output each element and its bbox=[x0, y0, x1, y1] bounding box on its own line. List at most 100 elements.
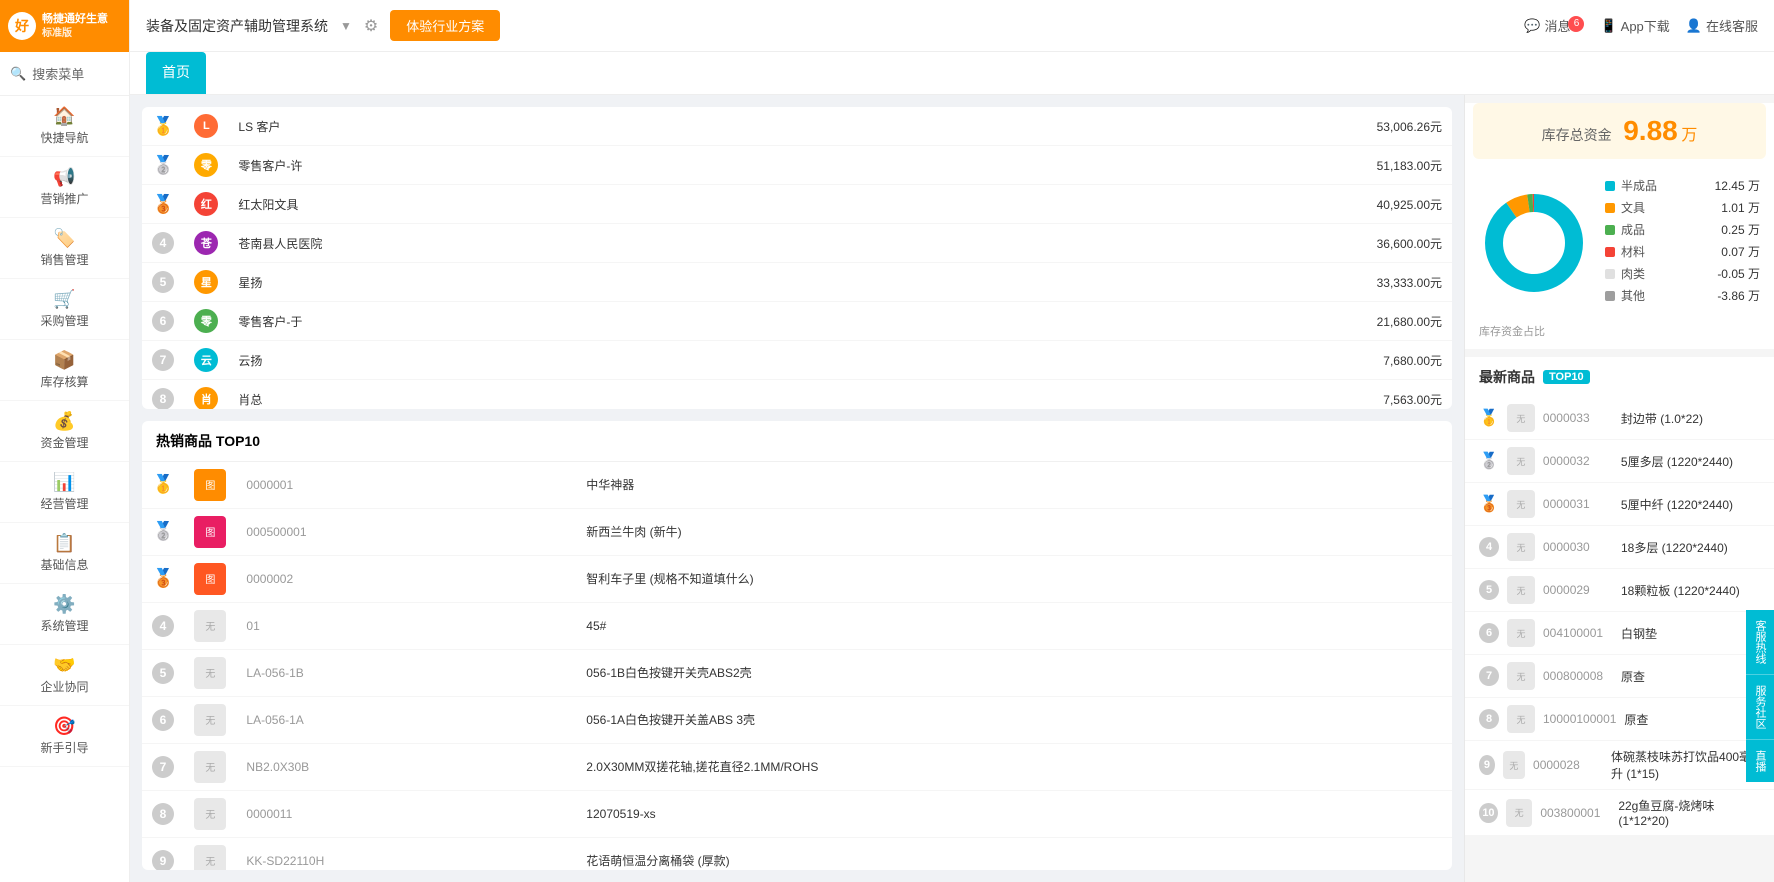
message-icon: 💬 bbox=[1524, 18, 1540, 34]
customer-name: 肖总 bbox=[228, 380, 900, 409]
nav-tabs: 首页 bbox=[130, 52, 1774, 95]
hot-products-title: 热销商品 TOP10 bbox=[156, 431, 260, 451]
logo-icon: 好 bbox=[8, 12, 36, 40]
medal-icon: 🥉 bbox=[1479, 494, 1499, 514]
product-img-placeholder: 无 bbox=[1507, 705, 1535, 733]
message-btn[interactable]: 💬 消息 6 bbox=[1524, 16, 1584, 35]
float-btn-service[interactable]: 客服热线 bbox=[1746, 610, 1774, 675]
customer-rank-row: 7 云 云扬 7,680.00元 bbox=[142, 341, 1452, 380]
float-btn-live[interactable]: 直播 bbox=[1746, 740, 1774, 782]
float-btn-community[interactable]: 服务社区 bbox=[1746, 675, 1774, 740]
customer-avatar: 红 bbox=[194, 192, 218, 216]
sidebar-item-operations[interactable]: 📊 经营管理 bbox=[0, 462, 129, 523]
sidebar-item-purchase[interactable]: 🛒 采购管理 bbox=[0, 279, 129, 340]
hot-product-row: 🥈 图 000500001 新西兰牛肉 (新牛) bbox=[142, 508, 1452, 555]
center-panel: 🥇 L LS 客户 53,006.26元 🥈 零 零售客户-许 51,183.0… bbox=[130, 95, 1464, 882]
search-icon: 🔍 bbox=[10, 66, 26, 82]
basic-info-icon: 📋 bbox=[53, 533, 75, 554]
product-name: 12070519-xs bbox=[576, 790, 1452, 837]
new-product-row: 🥇 无 0000033 封边带 (1.0*22) bbox=[1465, 397, 1774, 440]
customer-name: 苍南县人民医院 bbox=[228, 224, 900, 263]
product-image-placeholder: 无 bbox=[194, 657, 226, 689]
product-code: 0000011 bbox=[236, 790, 576, 837]
search-menu-btn[interactable]: 🔍 搜索菜单 bbox=[0, 52, 129, 96]
customer-name: 零售客户-许 bbox=[228, 146, 900, 185]
product-name: 2.0X30MM双搓花轴,搓花直径2.1MM/ROHS bbox=[576, 743, 1452, 790]
new-product-row: 10 无 003800001 22g鱼豆腐-烧烤味 (1*12*20) bbox=[1465, 790, 1774, 836]
sidebar: 好 畅捷通好生意 标准版 🔍 搜索菜单 🏠 快捷导航 📢 营销推广 🏷️ 销售管… bbox=[0, 0, 130, 882]
sidebar-item-marketing[interactable]: 📢 营销推广 bbox=[0, 157, 129, 218]
new-product-row: 6 无 004100001 白钢垫 bbox=[1465, 612, 1774, 655]
settings-icon[interactable]: ⚙ bbox=[364, 16, 378, 36]
customer-name: 零售客户-于 bbox=[228, 302, 900, 341]
customer-rank-row: 🥈 零 零售客户-许 51,183.00元 bbox=[142, 146, 1452, 185]
product-name: 5厘多层 (1220*2440) bbox=[1621, 453, 1733, 470]
sidebar-item-quick-nav[interactable]: 🏠 快捷导航 bbox=[0, 96, 129, 157]
sidebar-item-sales[interactable]: 🏷️ 销售管理 bbox=[0, 218, 129, 279]
product-img-placeholder: 无 bbox=[1507, 662, 1535, 690]
dropdown-arrow-icon[interactable]: ▼ bbox=[340, 19, 352, 33]
customer-amount: 40,925.00元 bbox=[900, 185, 1452, 224]
customer-name: 云扬 bbox=[228, 341, 900, 380]
logo-text: 畅捷通好生意 标准版 bbox=[42, 12, 108, 39]
sidebar-item-basic-info[interactable]: 📋 基础信息 bbox=[0, 523, 129, 584]
sidebar-item-cooperation[interactable]: 🤝 企业协同 bbox=[0, 645, 129, 706]
sidebar-item-guide[interactable]: 🎯 新手引导 bbox=[0, 706, 129, 767]
product-name: 体碗蒸枝味苏打饮品400毫升 (1*15) bbox=[1611, 748, 1760, 782]
inventory-total-label: 库存总资金 bbox=[1542, 127, 1612, 143]
inventory-total-unit: 万 bbox=[1681, 127, 1697, 144]
customer-name: 红太阳文具 bbox=[228, 185, 900, 224]
system-icon: ⚙️ bbox=[53, 594, 75, 615]
hot-products-table: 🥇 图 0000001 中华神器 🥈 图 000500001 新西兰牛肉 (新牛… bbox=[142, 462, 1452, 870]
product-image-placeholder: 无 bbox=[194, 751, 226, 783]
product-code: 004100001 bbox=[1543, 626, 1613, 640]
product-code: 003800001 bbox=[1540, 806, 1610, 820]
customer-avatar: 云 bbox=[194, 348, 218, 372]
product-name: 封边带 (1.0*22) bbox=[1621, 410, 1703, 427]
product-code: 0000033 bbox=[1543, 411, 1613, 425]
marketing-icon: 📢 bbox=[53, 167, 75, 188]
sidebar-item-system[interactable]: ⚙️ 系统管理 bbox=[0, 584, 129, 645]
sidebar-item-inventory[interactable]: 📦 库存核算 bbox=[0, 340, 129, 401]
product-name: 18多层 (1220*2440) bbox=[1621, 539, 1728, 556]
rank-number: 8 bbox=[152, 388, 174, 409]
customer-rank-row: 🥇 L LS 客户 53,006.26元 bbox=[142, 107, 1452, 146]
customer-avatar: 零 bbox=[194, 309, 218, 333]
customer-amount: 36,600.00元 bbox=[900, 224, 1452, 263]
product-name: 18颗粒板 (1220*2440) bbox=[1621, 582, 1740, 599]
sidebar-item-finance[interactable]: 💰 资金管理 bbox=[0, 401, 129, 462]
product-name: 新西兰牛肉 (新牛) bbox=[576, 508, 1452, 555]
new-product-row: 9 无 0000028 体碗蒸枝味苏打饮品400毫升 (1*15) bbox=[1465, 741, 1774, 790]
app-download-btn[interactable]: 📱 App下载 bbox=[1600, 16, 1669, 35]
online-service-btn[interactable]: 👤 在线客服 bbox=[1686, 16, 1758, 35]
product-img-placeholder: 无 bbox=[1507, 533, 1535, 561]
product-code: 000800008 bbox=[1543, 669, 1613, 683]
finance-icon: 💰 bbox=[53, 411, 75, 432]
inventory-icon: 📦 bbox=[53, 350, 75, 371]
try-plan-button[interactable]: 体验行业方案 bbox=[390, 10, 500, 41]
product-img-placeholder: 无 bbox=[1507, 576, 1535, 604]
rank-number: 8 bbox=[152, 803, 174, 825]
product-image-placeholder: 无 bbox=[194, 704, 226, 736]
product-name: 原查 bbox=[1624, 711, 1648, 728]
customer-avatar: 肖 bbox=[194, 387, 218, 409]
new-products-badge: TOP10 bbox=[1543, 370, 1590, 384]
inventory-chart-label: 库存资金占比 bbox=[1465, 319, 1774, 349]
rank-number: 5 bbox=[152, 271, 174, 293]
product-name: 原查 bbox=[1621, 668, 1645, 685]
rank-number: 9 bbox=[152, 850, 174, 870]
product-image-placeholder: 无 bbox=[194, 845, 226, 870]
rank-number: 4 bbox=[152, 232, 174, 254]
product-name: 智利车子里 (规格不知道填什么) bbox=[576, 555, 1452, 602]
product-code: 0000032 bbox=[1543, 454, 1613, 468]
customer-amount: 53,006.26元 bbox=[900, 107, 1452, 146]
product-img-placeholder: 无 bbox=[1503, 751, 1525, 779]
product-name: 中华神器 bbox=[576, 462, 1452, 509]
tab-home[interactable]: 首页 bbox=[146, 52, 206, 94]
rank-number: 6 bbox=[152, 709, 174, 731]
hot-product-row: 🥉 图 0000002 智利车子里 (规格不知道填什么) bbox=[142, 555, 1452, 602]
medal-icon: 🥈 bbox=[1479, 451, 1499, 471]
topbar: 装备及固定资产辅助管理系统 ▼ ⚙ 体验行业方案 💬 消息 6 📱 App下载 … bbox=[130, 0, 1774, 52]
service-icon: 👤 bbox=[1686, 18, 1702, 34]
product-code: 0000031 bbox=[1543, 497, 1613, 511]
